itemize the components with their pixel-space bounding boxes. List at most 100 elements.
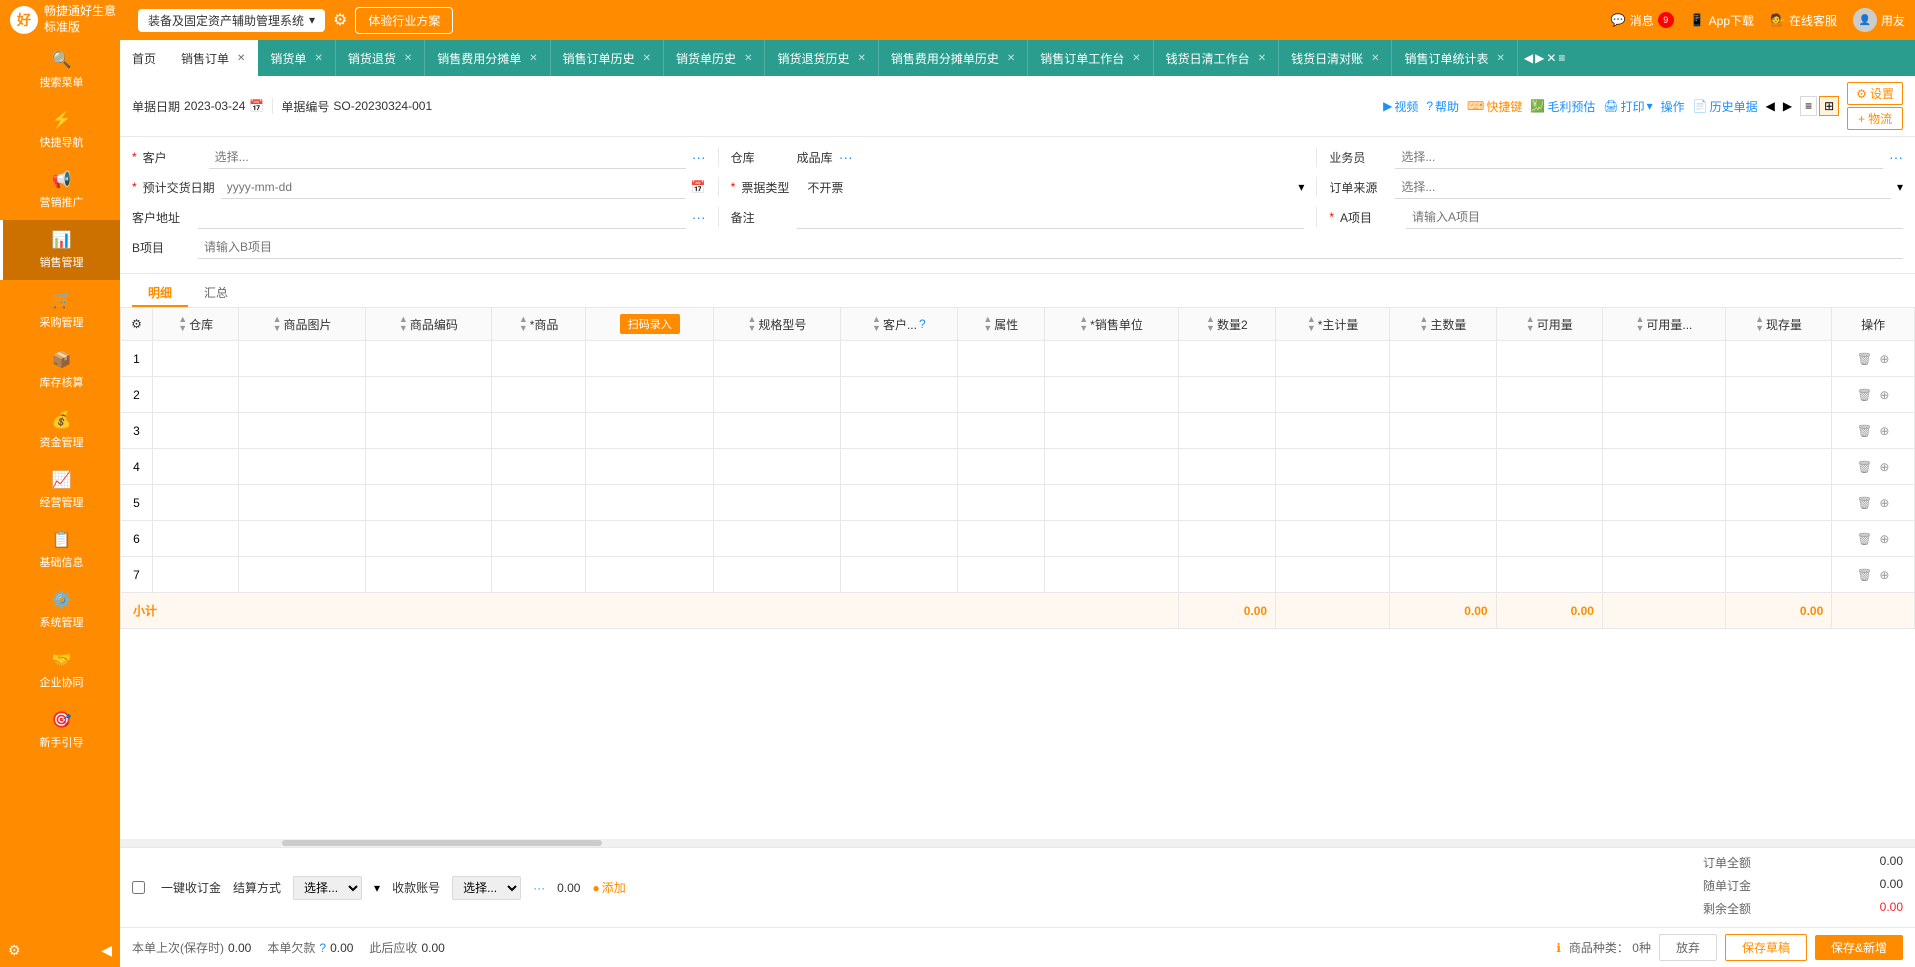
- view-btn[interactable]: ▶ 视频: [1383, 98, 1418, 115]
- sidebar-settings-icon[interactable]: ⚙: [8, 942, 21, 959]
- cell-ccode-1[interactable]: [840, 341, 957, 377]
- app-download-button[interactable]: 📱 App下载: [1690, 12, 1754, 29]
- delete-row-5[interactable]: 🗑: [1857, 496, 1872, 510]
- th-settings[interactable]: ⚙: [121, 308, 153, 341]
- cell-code-1[interactable]: [365, 341, 491, 377]
- history-btn[interactable]: 📄 历史单据: [1693, 98, 1758, 115]
- cell-attr-2[interactable]: [958, 377, 1044, 413]
- copy-row-3[interactable]: ⊕: [1879, 424, 1889, 438]
- method-dropdown[interactable]: ▾: [374, 881, 380, 895]
- profit-btn[interactable]: 💹 毛利预估: [1530, 98, 1595, 115]
- sort-icon-qty2[interactable]: ▲▼: [1206, 315, 1215, 333]
- sidebar-collapse-icon[interactable]: ◀: [101, 942, 112, 959]
- a-project-input[interactable]: [1406, 205, 1903, 229]
- sidebar-item-purchase[interactable]: 🛒 采购管理: [0, 280, 120, 340]
- sort-icon-image[interactable]: ▲▼: [273, 315, 282, 333]
- tab-close-order-workbench[interactable]: ✕: [1132, 53, 1140, 64]
- customer-input[interactable]: [209, 145, 686, 169]
- sort-icon-stock[interactable]: ▲▼: [1755, 315, 1764, 333]
- sidebar-item-guide[interactable]: 🎯 新手引导: [0, 700, 120, 760]
- print-btn[interactable]: 🖨 打印 ▾: [1603, 98, 1652, 115]
- address-input[interactable]: [198, 205, 686, 229]
- customer-dots[interactable]: ···: [692, 149, 706, 165]
- cell-code-2[interactable]: [365, 377, 491, 413]
- cell-qty2-1[interactable]: [1178, 341, 1276, 377]
- trial-button[interactable]: 体验行业方案: [355, 7, 453, 34]
- sidebar-item-marketing[interactable]: 📢 营销推广: [0, 160, 120, 220]
- list-view-icon[interactable]: ≡: [1800, 96, 1817, 116]
- tab-close-sales-return[interactable]: ✕: [404, 53, 412, 64]
- tab-close-sales-order[interactable]: ✕: [237, 53, 245, 64]
- sort-icon-attr[interactable]: ▲▼: [983, 315, 992, 333]
- th-scan[interactable]: 扫码录入: [586, 308, 714, 341]
- tab-daily-reconcile[interactable]: 钱货日清对账 ✕: [1279, 40, 1392, 76]
- info-icon[interactable]: ?: [919, 317, 926, 331]
- copy-row-5[interactable]: ⊕: [1879, 496, 1889, 510]
- cell-unit-1[interactable]: [1044, 341, 1178, 377]
- confirm-payment-checkbox[interactable]: [132, 881, 145, 894]
- cell-warehouse-1[interactable]: [153, 341, 239, 377]
- warehouse-dots[interactable]: ···: [839, 149, 853, 165]
- save-draft-button[interactable]: 保存草稿: [1725, 934, 1807, 961]
- cell-product-1[interactable]: [492, 341, 586, 377]
- grid-view-icon[interactable]: ⊞: [1819, 96, 1839, 116]
- order-source-dropdown[interactable]: ▾: [1897, 180, 1903, 194]
- tab-sales-return[interactable]: 销货退货 ✕: [336, 40, 425, 76]
- cell-munit-2[interactable]: [1276, 377, 1390, 413]
- sort-icon-avail[interactable]: ▲▼: [1526, 315, 1535, 333]
- print-dropdown-icon[interactable]: ▾: [1647, 99, 1653, 113]
- cell-spec-2[interactable]: [714, 377, 840, 413]
- delete-row-4[interactable]: 🗑: [1857, 460, 1872, 474]
- sidebar-item-nav[interactable]: ⚡ 快捷导航: [0, 100, 120, 160]
- cell-munit-1[interactable]: [1276, 341, 1390, 377]
- tab-close-return-history[interactable]: ✕: [857, 53, 865, 64]
- sort-icon-code[interactable]: ▲▼: [399, 315, 408, 333]
- tab-order-history[interactable]: 销售订单历史 ✕: [551, 40, 664, 76]
- account-dots[interactable]: ···: [533, 881, 545, 895]
- sidebar-item-system[interactable]: ⚙️ 系统管理: [0, 580, 120, 640]
- salesperson-input[interactable]: [1395, 145, 1883, 169]
- cell-warehouse-2[interactable]: [153, 377, 239, 413]
- system-title[interactable]: 装备及固定资产辅助管理系统 ▾: [138, 9, 325, 32]
- tab-menu[interactable]: ≡: [1558, 51, 1565, 65]
- copy-row-2[interactable]: ⊕: [1879, 388, 1889, 402]
- save-new-button[interactable]: 保存&新增: [1815, 935, 1903, 960]
- sidebar-item-search[interactable]: 🔍 搜索菜单: [0, 40, 120, 100]
- tab-next-arrow[interactable]: ▶: [1535, 51, 1544, 65]
- page-prev[interactable]: ◀: [1766, 99, 1775, 113]
- goods-info-icon[interactable]: ℹ: [1556, 941, 1561, 955]
- add-payment-btn[interactable]: ● 添加: [592, 879, 625, 896]
- tab-close-sales-fee[interactable]: ✕: [529, 53, 537, 64]
- sort-icon-spec[interactable]: ▲▼: [747, 315, 756, 333]
- tab-order-workbench[interactable]: 销售订单工作台 ✕: [1028, 40, 1153, 76]
- sort-icon-warehouse[interactable]: ▲▼: [178, 315, 187, 333]
- copy-row-4[interactable]: ⊕: [1879, 460, 1889, 474]
- tab-prev-arrow[interactable]: ◀: [1524, 51, 1533, 65]
- online-service-button[interactable]: 💁 在线客服: [1770, 12, 1837, 29]
- b-project-input[interactable]: [198, 235, 1903, 259]
- copy-row-1[interactable]: ⊕: [1879, 352, 1889, 366]
- message-button[interactable]: 💬 消息 9: [1611, 12, 1674, 29]
- scroll-thumb[interactable]: [282, 840, 602, 846]
- scroll-bar[interactable]: [120, 839, 1915, 847]
- add-logistics-btn[interactable]: + 物流: [1847, 107, 1903, 130]
- tab-close-all[interactable]: ✕: [1546, 51, 1556, 65]
- cell-unit-2[interactable]: [1044, 377, 1178, 413]
- tab-close-order-history[interactable]: ✕: [643, 53, 651, 64]
- sidebar-item-collab[interactable]: 🤝 企业协同: [0, 640, 120, 700]
- note-input[interactable]: [797, 205, 1305, 229]
- cell-product-2[interactable]: [492, 377, 586, 413]
- tab-sales-invoice[interactable]: 销货单 ✕: [258, 40, 335, 76]
- order-source-input[interactable]: [1395, 175, 1891, 199]
- cell-ccode-2[interactable]: [840, 377, 957, 413]
- page-next[interactable]: ▶: [1783, 99, 1792, 113]
- tab-close-daily-workbench[interactable]: ✕: [1258, 53, 1266, 64]
- discard-button[interactable]: 放弃: [1659, 934, 1717, 961]
- tab-invoice-history[interactable]: 销货单历史 ✕: [664, 40, 765, 76]
- tab-close-sales-invoice[interactable]: ✕: [314, 53, 322, 64]
- user-button[interactable]: 👤 用友: [1853, 8, 1905, 32]
- delete-row-1[interactable]: 🗑: [1857, 352, 1872, 366]
- copy-row-6[interactable]: ⊕: [1879, 532, 1889, 546]
- settings-btn[interactable]: ⚙ 设置: [1847, 82, 1903, 105]
- invoice-dropdown[interactable]: ▾: [1298, 180, 1304, 194]
